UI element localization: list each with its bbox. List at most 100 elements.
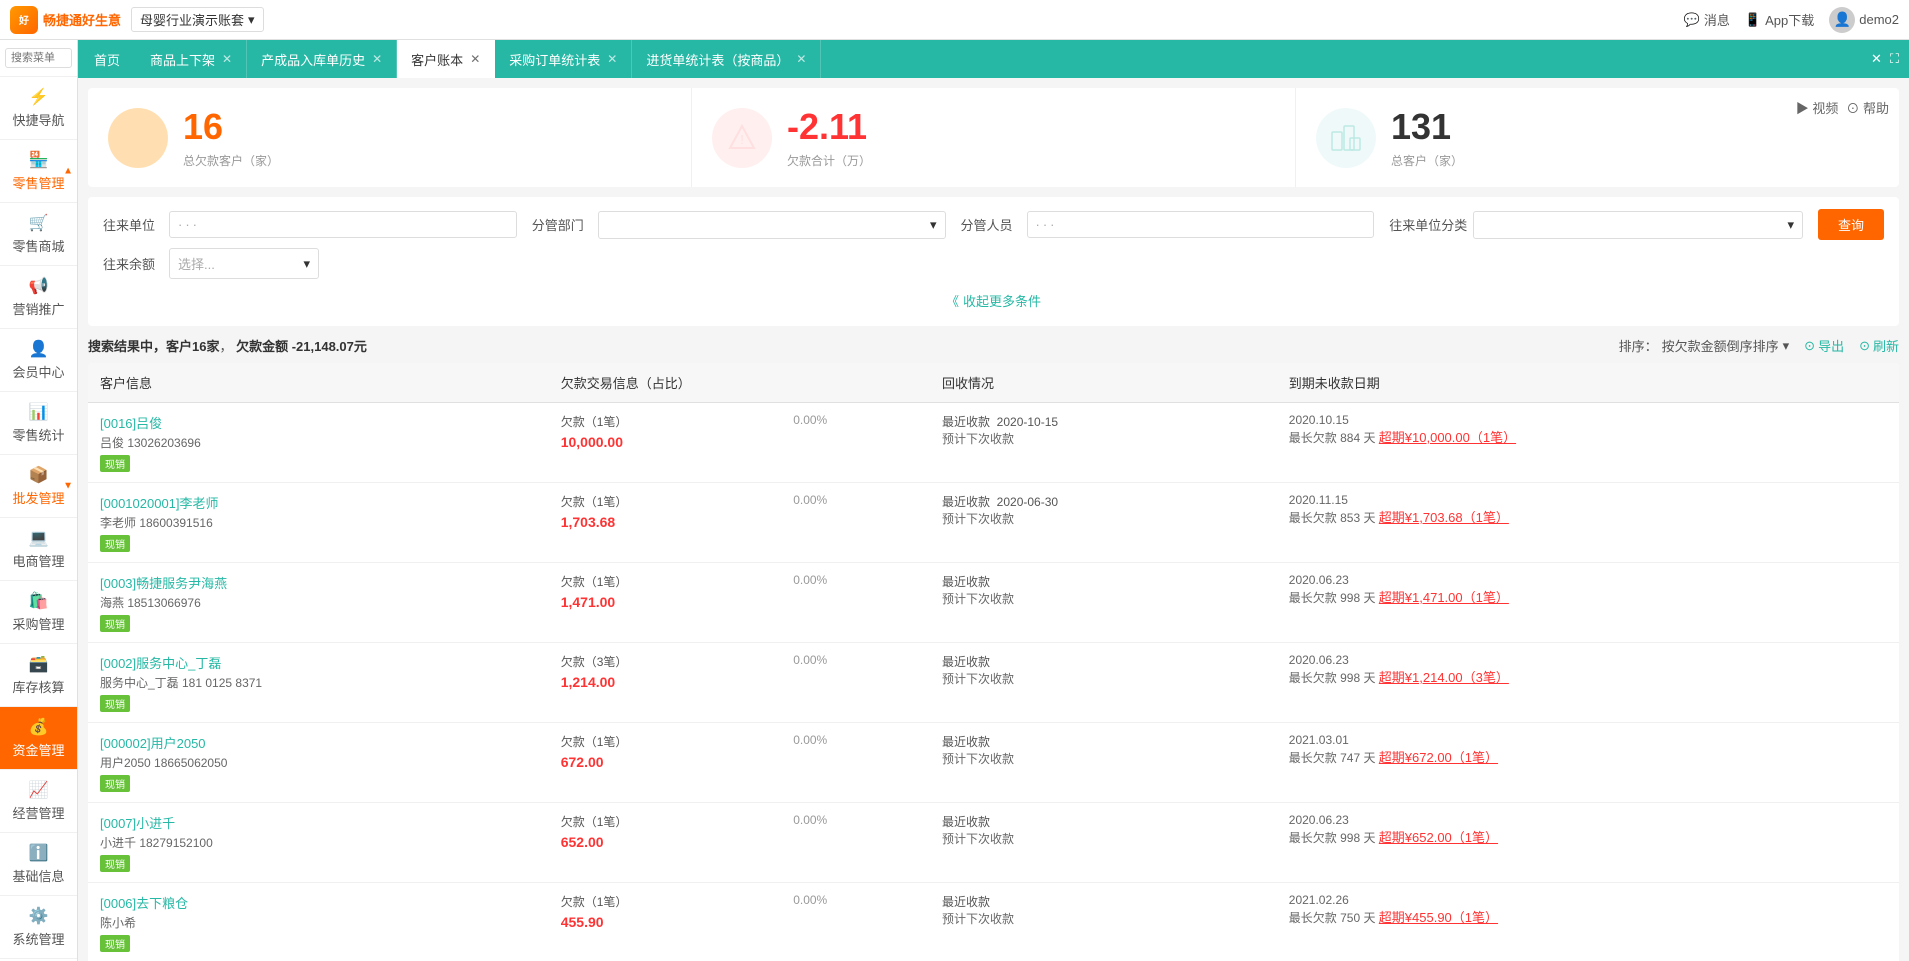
debt-summary: 欠款金额 -21,148.07元 — [236, 339, 367, 354]
customer-contact-2: 海燕 18513066976 — [100, 594, 537, 611]
sort-label: 排序： — [1619, 336, 1658, 355]
customer-tag-2: 现销 — [100, 615, 130, 632]
app-download-button[interactable]: 📱 App下载 — [1745, 10, 1814, 29]
category-chevron: ▾ — [1787, 217, 1794, 233]
th-collect-info: 回收情况 — [930, 363, 1277, 403]
tab-inbound-close[interactable]: ✕ — [796, 52, 806, 66]
debt-amount-3[interactable]: 1,214.00 — [561, 674, 769, 690]
sidebar-item-zijin[interactable]: 💰 资金管理 — [0, 707, 77, 770]
dept-select[interactable]: ▾ — [598, 211, 946, 239]
cell-due-5: 2020.06.23 最长欠款 998 天 超期¥652.00（1笔） — [1277, 803, 1899, 883]
next-collect-1: 预计下次收款 — [942, 510, 1265, 527]
overdue-link-1[interactable]: 超期¥1,703.68（1笔） — [1379, 510, 1509, 525]
debt-amount-5[interactable]: 652.00 — [561, 834, 769, 850]
sidebar-item-pifa[interactable]: 📦 批发管理 ▼ — [0, 455, 77, 518]
customer-name-link-4[interactable]: [000002]用户2050 — [100, 736, 206, 751]
person-input[interactable]: ··· — [1027, 211, 1375, 238]
overdue-link-3[interactable]: 超期¥1,214.00（3笔） — [1379, 670, 1509, 685]
sidebar-item-diansahng[interactable]: 💻 电商管理 — [0, 518, 77, 581]
help-button[interactable]: ⊙ 帮助 — [1846, 98, 1889, 117]
dept-label: 分管部门 — [532, 215, 592, 234]
collapse-button[interactable]: 《 收起更多条件 — [103, 287, 1884, 314]
debt-amount-2[interactable]: 1,471.00 — [561, 594, 769, 610]
sidebar-item-kucun[interactable]: 🗃️ 库存核算 — [0, 644, 77, 707]
cell-due-1: 2020.11.15 最长欠款 853 天 超期¥1,703.68（1笔） — [1277, 483, 1899, 563]
tab-customer-close[interactable]: ✕ — [470, 52, 480, 66]
cell-collect-0: 最近收款 2020-10-15 预计下次收款 — [930, 403, 1277, 483]
tab-expand-icon[interactable]: ✕ — [1871, 51, 1882, 67]
balance-select[interactable]: 选择... ▾ — [169, 248, 319, 279]
sort-selector[interactable]: 排序： 按欠款金额倒序排序 ▾ — [1619, 336, 1790, 355]
sidebar-search-container — [0, 40, 77, 77]
sidebar-item-tongji[interactable]: 📊 零售统计 — [0, 392, 77, 455]
tab-production-history[interactable]: 产成品入库单历史 ✕ — [247, 40, 397, 78]
tab-fullscreen-icon[interactable]: ⛶ — [1890, 51, 1899, 67]
results-summary: 搜索结果中，客户16家 — [88, 339, 219, 354]
search-button[interactable]: 查询 — [1818, 209, 1884, 240]
category-select[interactable]: ▾ — [1473, 211, 1803, 239]
tab-purchase-close[interactable]: ✕ — [607, 52, 617, 66]
sidebar-item-yingxiao[interactable]: 📢 营销推广 — [0, 266, 77, 329]
next-collect-4: 预计下次收款 — [942, 750, 1265, 767]
app-download-label: App下载 — [1765, 10, 1814, 29]
customer-tag-5: 现销 — [100, 855, 130, 872]
overdue-link-6[interactable]: 超期¥455.90（1笔） — [1379, 910, 1498, 925]
info-icon: ℹ️ — [5, 843, 72, 863]
user-menu[interactable]: 👤 demo2 — [1829, 7, 1899, 33]
refresh-button[interactable]: ⊙ 刷新 — [1859, 336, 1899, 355]
customer-name-link-5[interactable]: [0007]小进千 — [100, 816, 175, 831]
trending-icon: 📈 — [5, 780, 72, 800]
debt-amount-0[interactable]: 10,000.00 — [561, 434, 769, 450]
debt-amount-4[interactable]: 672.00 — [561, 754, 769, 770]
customer-name-link-3[interactable]: [0002]服务中心_丁磊 — [100, 656, 221, 671]
sidebar-item-caigou[interactable]: 🛍️ 采购管理 — [0, 581, 77, 644]
content-area: 首页 商品上下架 ✕ 产成品入库单历史 ✕ 客户账本 ✕ 采购订单统计表 ✕ 进… — [78, 40, 1909, 961]
view-video-button[interactable]: ▶ 视频 — [1796, 98, 1839, 117]
overdue-link-4[interactable]: 超期¥672.00（1笔） — [1379, 750, 1498, 765]
username-label: demo2 — [1859, 12, 1899, 27]
overdue-link-0[interactable]: 超期¥10,000.00（1笔） — [1379, 430, 1516, 445]
tab-production-close[interactable]: ✕ — [372, 52, 382, 66]
debt-amount-6[interactable]: 455.90 — [561, 914, 769, 930]
th-due-date: 到期未收款日期 — [1277, 363, 1899, 403]
customer-tag-3: 现销 — [100, 695, 130, 712]
sidebar-item-kuaijie[interactable]: ⚡ 快捷导航 — [0, 77, 77, 140]
tab-goods-status-close[interactable]: ✕ — [222, 52, 232, 66]
customer-name-link-6[interactable]: [0006]去下粮仓 — [100, 896, 188, 911]
customer-tag-1: 现销 — [100, 535, 130, 552]
export-button[interactable]: ⊙ 导出 — [1804, 336, 1844, 355]
supplier-input[interactable]: ··· — [169, 211, 517, 238]
customer-name-link-2[interactable]: [0003]畅捷服务尹海燕 — [100, 576, 227, 591]
sidebar-item-jingying[interactable]: 📈 经营管理 — [0, 770, 77, 833]
sidebar-item-xitong[interactable]: ⚙️ 系统管理 — [0, 896, 77, 959]
sidebar-item-lingshou[interactable]: 🏪 零售管理 ▲ — [0, 140, 77, 203]
tab-purchase-label: 采购订单统计表 — [509, 50, 600, 69]
company-selector[interactable]: 母婴行业演示账套 ▾ — [131, 7, 264, 32]
logo-icon: 好 — [10, 6, 38, 34]
customer-name-link-0[interactable]: [0016]吕俊 — [100, 416, 162, 431]
tab-home[interactable]: 首页 — [78, 50, 136, 69]
cell-ratio-2: 0.00% — [781, 563, 930, 643]
cell-collect-3: 最近收款 预计下次收款 — [930, 643, 1277, 723]
message-button[interactable]: 💬 消息 — [1684, 10, 1730, 29]
tab-inbound-stat[interactable]: 进货单统计表（按商品） ✕ — [632, 40, 821, 78]
search-input[interactable] — [5, 48, 72, 68]
overdue-link-5[interactable]: 超期¥652.00（1笔） — [1379, 830, 1498, 845]
due-date-4: 2021.03.01 — [1289, 733, 1887, 747]
overdue-link-2[interactable]: 超期¥1,471.00（1笔） — [1379, 590, 1509, 605]
cell-ratio-5: 0.00% — [781, 803, 930, 883]
tab-customer-account[interactable]: 客户账本 ✕ — [397, 40, 495, 78]
sidebar-item-jichu[interactable]: ℹ️ 基础信息 — [0, 833, 77, 896]
tab-purchase-stat[interactable]: 采购订单统计表 ✕ — [495, 40, 632, 78]
stat-card-1: ¥ 16 总欠款客户（家） — [88, 88, 692, 187]
cell-ratio-6: 0.00% — [781, 883, 930, 961]
top-bar-right: 💬 消息 📱 App下载 👤 demo2 — [1684, 7, 1899, 33]
sidebar-item-huiyuan[interactable]: 👤 会员中心 — [0, 329, 77, 392]
tab-goods-status[interactable]: 商品上下架 ✕ — [136, 40, 247, 78]
main-layout: ⚡ 快捷导航 🏪 零售管理 ▲ 🛒 零售商城 📢 营销推广 👤 会员中心 📊 零… — [0, 40, 1909, 961]
table-row: [000002]用户2050 用户2050 18665062050 现销 欠款（… — [88, 723, 1899, 803]
sidebar-item-shangcheng[interactable]: 🛒 零售商城 — [0, 203, 77, 266]
member-icon: 👤 — [5, 339, 72, 359]
customer-name-link-1[interactable]: [0001020001]李老师 — [100, 496, 219, 511]
debt-amount-1[interactable]: 1,703.68 — [561, 514, 769, 530]
